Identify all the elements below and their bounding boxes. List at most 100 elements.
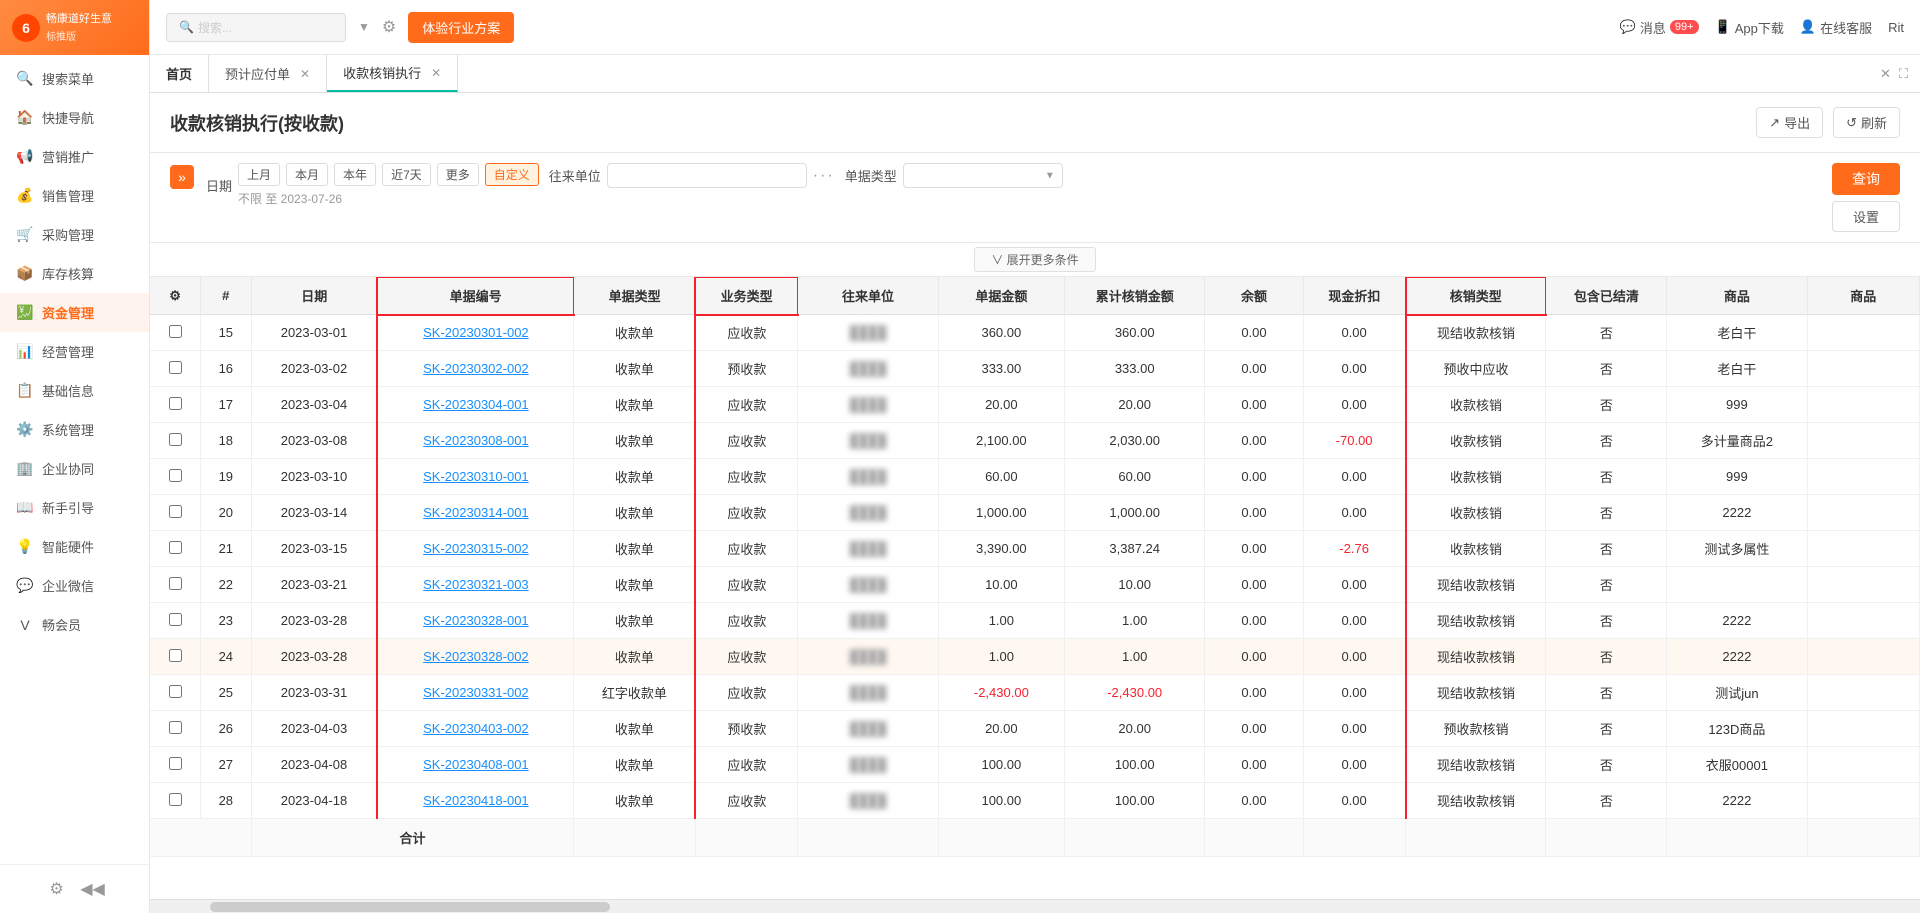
cell-voucher-no[interactable]: SK-20230308-001 [377,423,574,459]
cell-biz-type: 应收款 [695,567,797,603]
cell-goods2 [1807,711,1919,747]
cell-checkbox[interactable] [150,531,201,567]
cell-voucher-no[interactable]: SK-20230314-001 [377,495,574,531]
cell-checkbox[interactable] [150,675,201,711]
table-scroll-bar[interactable] [150,899,1920,913]
date-btn-more[interactable]: 更多 [437,163,479,186]
voucher-type-select[interactable] [903,163,1063,188]
tab-expand-icon[interactable]: ⛶ [1899,66,1908,82]
cell-goods: 2222 [1667,495,1807,531]
tab-prepay-close-icon[interactable]: ✕ [300,67,310,81]
cell-voucher-no[interactable]: SK-20230331-002 [377,675,574,711]
cell-voucher-no[interactable]: SK-20230302-002 [377,351,574,387]
table-wrap[interactable]: ⚙ # 日期 单据编号 单据类型 业务类型 往来单位 单据金额 累计核销金额 余… [150,277,1920,899]
query-btn[interactable]: 查询 [1832,163,1900,195]
cell-goods: 123D商品 [1667,711,1807,747]
settings-bottom-btn[interactable]: ⚙ [41,873,73,905]
sidebar-item-purchase[interactable]: 🛒采购管理 [0,215,149,254]
sidebar-item-enterprise[interactable]: 🏢企业协同 [0,449,149,488]
topbar-gear-icon[interactable]: ⚙ [382,17,396,37]
sidebar-item-wechat[interactable]: 💬企业微信 [0,566,149,605]
sidebar-item-guide[interactable]: 📖新手引导 [0,488,149,527]
col-date-header: 日期 [251,277,377,315]
cell-checkbox[interactable] [150,711,201,747]
cell-checkbox[interactable] [150,747,201,783]
date-btn-7days[interactable]: 近7天 [382,163,431,186]
sidebar-item-basic[interactable]: 📋基础信息 [0,371,149,410]
sidebar-item-quicknav[interactable]: 🏠快捷导航 [0,98,149,137]
sidebar-item-sales[interactable]: 💰销售管理 [0,176,149,215]
date-range-value: 不限 至 2023-07-26 [238,190,539,207]
filter-toggle-btn[interactable]: » [170,165,194,189]
cell-verified: 1.00 [1065,603,1205,639]
tab-prepay[interactable]: 预计应付单 ✕ [209,55,327,92]
sidebar-item-marketing[interactable]: 📢营销推广 [0,137,149,176]
sidebar-item-search[interactable]: 🔍搜索菜单 [0,59,149,98]
date-btn-this-year[interactable]: 本年 [334,163,376,186]
cell-voucher-no[interactable]: SK-20230310-001 [377,459,574,495]
app-download-btn[interactable]: 📱 App下载 [1715,18,1784,37]
topbar-search[interactable]: 🔍 搜索... [166,13,346,42]
topbar-chevron-icon[interactable]: ▼ [358,20,370,34]
col-verify-type-header: 核销类型 [1406,277,1546,315]
date-btn-this-month[interactable]: 本月 [286,163,328,186]
sidebar-item-operation[interactable]: 📊经营管理 [0,332,149,371]
cell-voucher-no[interactable]: SK-20230403-002 [377,711,574,747]
cell-checkbox[interactable] [150,603,201,639]
cell-voucher-no[interactable]: SK-20230408-001 [377,747,574,783]
cell-voucher-no[interactable]: SK-20230418-001 [377,783,574,819]
cell-checkbox[interactable] [150,423,201,459]
tab-close-all-icon[interactable]: ✕ [1880,66,1891,82]
cell-voucher-no[interactable]: SK-20230328-002 [377,639,574,675]
table-scroll-thumb[interactable] [210,902,610,912]
sidebar-item-label-wechat: 企业微信 [42,576,94,595]
cell-include-settled: 否 [1546,711,1667,747]
sidebar-item-system[interactable]: ⚙️系统管理 [0,410,149,449]
expand-btn[interactable]: ∨ 展开更多条件 [974,247,1095,272]
cell-checkbox[interactable] [150,351,201,387]
industry-btn[interactable]: 体验行业方案 [408,12,514,43]
set-btn[interactable]: 设置 [1832,201,1900,232]
tab-home[interactable]: 首页 [150,55,209,92]
cell-checkbox[interactable] [150,459,201,495]
tab-collection-close-icon[interactable]: ✕ [431,66,441,80]
cell-partner: ████ [798,459,938,495]
cell-checkbox[interactable] [150,495,201,531]
date-btn-custom[interactable]: 自定义 [485,163,539,186]
cell-checkbox[interactable] [150,567,201,603]
date-btn-last-month[interactable]: 上月 [238,163,280,186]
export-btn[interactable]: ↗ 导出 [1756,107,1823,138]
cell-checkbox[interactable] [150,639,201,675]
cell-date: 2023-03-02 [251,351,377,387]
cell-voucher-no[interactable]: SK-20230304-001 [377,387,574,423]
cell-voucher-no[interactable]: SK-20230328-001 [377,603,574,639]
online-service-btn[interactable]: 👤 在线客服 [1800,18,1872,37]
cell-checkbox[interactable] [150,315,201,351]
tab-collection[interactable]: 收款核销执行 ✕ [327,55,458,92]
cell-voucher-no[interactable]: SK-20230321-003 [377,567,574,603]
sidebar-item-label-search: 搜索菜单 [42,69,94,88]
cell-voucher-no[interactable]: SK-20230315-002 [377,531,574,567]
partner-filter-input[interactable] [607,163,807,188]
sidebar-item-finance[interactable]: 💹资金管理 [0,293,149,332]
table-row: 22 2023-03-21 SK-20230321-003 收款单 应收款 ██… [150,567,1920,603]
cell-amount: 2,100.00 [938,423,1064,459]
cell-verify-type: 收款核销 [1406,459,1546,495]
refresh-btn[interactable]: ↺ 刷新 [1833,107,1900,138]
cell-checkbox[interactable] [150,783,201,819]
user-btn[interactable]: Rit [1888,20,1904,35]
voucher-type-filter-label: 单据类型 [845,166,897,185]
cell-voucher-no[interactable]: SK-20230301-002 [377,315,574,351]
sales-icon: 💰 [16,187,34,204]
sidebar-item-hardware[interactable]: 💡智能硬件 [0,527,149,566]
col-settings-header[interactable]: ⚙ [150,277,201,315]
cell-verified: 3,387.24 [1065,531,1205,567]
cell-include-settled: 否 [1546,603,1667,639]
sidebar-item-member[interactable]: V畅会员 [0,605,149,644]
collapse-btn[interactable]: ◀◀ [77,873,109,905]
msg-btn[interactable]: 💬 消息 99+ [1620,18,1699,37]
cell-checkbox[interactable] [150,387,201,423]
cell-partner: ████ [798,675,938,711]
settings-icon[interactable]: ⚙ [169,288,181,303]
sidebar-item-inventory[interactable]: 📦库存核算 [0,254,149,293]
